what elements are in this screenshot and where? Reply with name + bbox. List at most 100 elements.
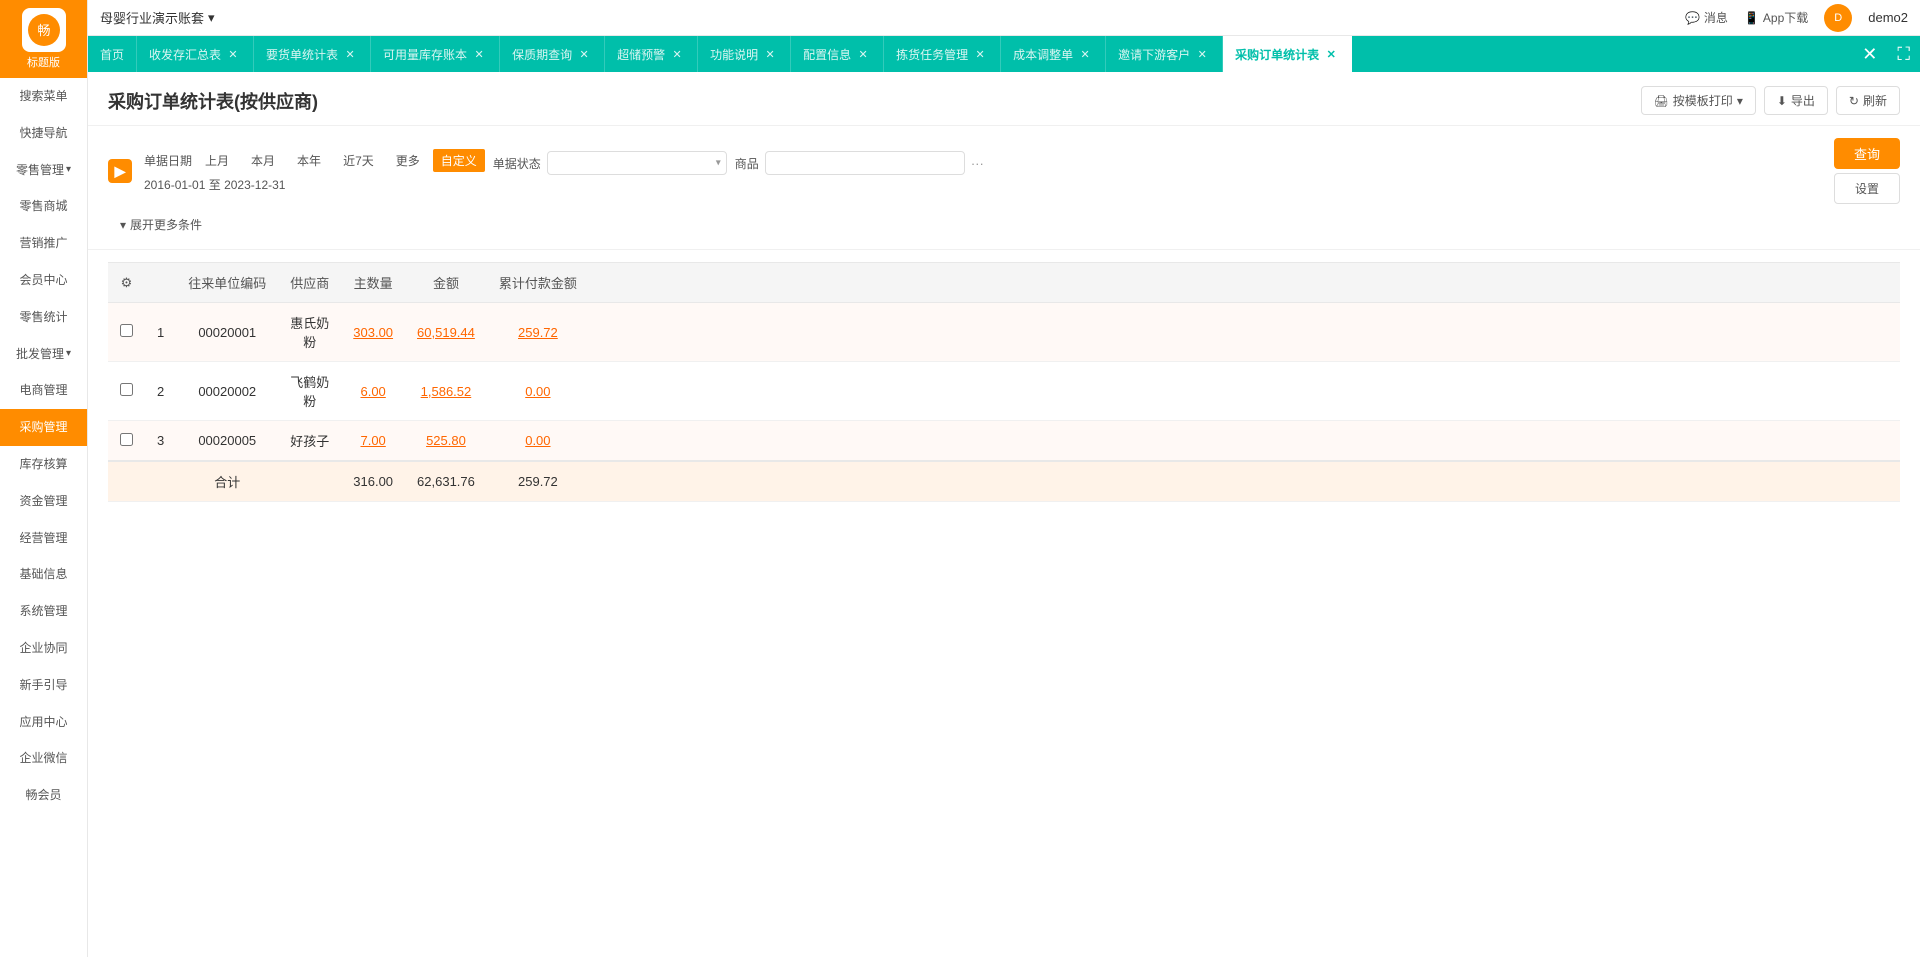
status-select[interactable]: [547, 151, 727, 175]
print-icon: 🖨: [1654, 94, 1669, 108]
tab-close-config[interactable]: ✕: [855, 46, 871, 62]
tab-expiry[interactable]: 保质期查询✕: [500, 36, 605, 72]
sidebar-item-basic[interactable]: 基础信息: [0, 556, 87, 593]
tab-cost[interactable]: 成本调整单✕: [1001, 36, 1106, 72]
tab-label-purchase_stat: 采购订单统计表: [1235, 46, 1319, 63]
topbar-title-dropdown[interactable]: 母婴行业演示账套 ▾: [100, 8, 215, 27]
table-row: 3 00020005 好孩子 7.00 525.80 0.00: [108, 421, 1900, 462]
tab-close-receive[interactable]: ✕: [225, 46, 241, 62]
td-paid-1: 0.00: [487, 362, 589, 421]
message-btn[interactable]: 💬 消息: [1685, 9, 1728, 26]
td-code-1: 00020002: [176, 362, 278, 421]
tab-close-overstock[interactable]: ✕: [669, 46, 685, 62]
tab-close-purchase_stat[interactable]: ✕: [1323, 46, 1339, 62]
goods-input[interactable]: [765, 151, 965, 175]
sidebar-item-newbie[interactable]: 新手引导: [0, 667, 87, 704]
filter-toggle-btn[interactable]: ▶: [108, 159, 132, 183]
sidebar-item-label-search: 搜索菜单: [19, 88, 67, 105]
qty-link-0[interactable]: 303.00: [353, 325, 393, 340]
sidebar-item-marketing[interactable]: 营销推广: [0, 225, 87, 262]
sidebar-item-inventory[interactable]: 库存核算: [0, 446, 87, 483]
tab-close-available[interactable]: ✕: [471, 46, 487, 62]
sidebar-item-shop[interactable]: 零售商城: [0, 188, 87, 225]
expand-more-btn[interactable]: ▾ 展开更多条件: [108, 212, 1900, 237]
sidebar-arrow-icon-retail: ▾: [66, 163, 71, 177]
sidebar-label-wrapper-wholesale: 批发管理▾: [16, 346, 71, 363]
sidebar-item-vip[interactable]: 畅会员: [0, 777, 87, 814]
amount-link-1[interactable]: 1,586.52: [421, 384, 472, 399]
tab-invite[interactable]: 邀请下游客户✕: [1106, 36, 1223, 72]
export-icon: ⬇: [1777, 94, 1787, 108]
settings-button[interactable]: 设置: [1834, 173, 1900, 204]
sidebar-item-collab[interactable]: 企业协同: [0, 630, 87, 667]
row-checkbox-0[interactable]: [120, 324, 133, 337]
filter-main: 单据日期 上月 本月 本年 近7天 更多 自定义: [144, 149, 984, 193]
amount-link-2[interactable]: 525.80: [426, 433, 466, 448]
print-button[interactable]: 🖨 按模板打印 ▾: [1641, 86, 1756, 115]
sidebar-item-finance[interactable]: 资金管理: [0, 483, 87, 520]
tab-available[interactable]: 可用量库存账本✕: [371, 36, 500, 72]
sidebar-item-wholesale[interactable]: 批发管理▾: [0, 336, 87, 373]
app-download-btn[interactable]: 📱 App下载: [1744, 9, 1808, 26]
tabbar-expand-btn[interactable]: ⛶: [1887, 36, 1920, 72]
qty-link-2[interactable]: 7.00: [360, 433, 385, 448]
tab-config[interactable]: 配置信息✕: [791, 36, 884, 72]
qty-link-1[interactable]: 6.00: [360, 384, 385, 399]
sidebar-item-appcenter[interactable]: 应用中心: [0, 704, 87, 741]
tab-receive[interactable]: 收发存汇总表✕: [137, 36, 254, 72]
refresh-button[interactable]: ↻ 刷新: [1836, 86, 1900, 115]
tab-purchase_stat[interactable]: 采购订单统计表✕: [1223, 36, 1352, 72]
paid-link-1[interactable]: 0.00: [525, 384, 550, 399]
sidebar-item-retail_stat[interactable]: 零售统计: [0, 299, 87, 336]
sidebar-item-quicknav[interactable]: 快捷导航: [0, 115, 87, 152]
tab-home[interactable]: 首页: [88, 36, 137, 72]
shortcut-this-month[interactable]: 本月: [242, 149, 284, 172]
settings-col-icon[interactable]: ⚙: [121, 275, 133, 290]
td-code-0: 00020001: [176, 303, 278, 362]
sidebar-item-wechat[interactable]: 企业微信: [0, 740, 87, 777]
goods-more-icon[interactable]: ···: [971, 156, 984, 171]
sidebar-item-label-inventory: 库存核算: [19, 456, 67, 473]
tab-close-picking[interactable]: ✕: [972, 46, 988, 62]
row-checkbox-1[interactable]: [120, 383, 133, 396]
avatar[interactable]: D: [1824, 4, 1852, 32]
tab-close-invite[interactable]: ✕: [1194, 46, 1210, 62]
filter-goods-field: 商品 ···: [735, 151, 984, 175]
shortcut-more[interactable]: 更多: [387, 149, 429, 172]
date-from: 2016-01-01: [144, 178, 205, 192]
th-extra: [589, 263, 1900, 303]
shortcut-custom[interactable]: 自定义: [433, 149, 485, 172]
export-button[interactable]: ⬇ 导出: [1764, 86, 1828, 115]
td-code-2: 00020005: [176, 421, 278, 462]
tab-requisition[interactable]: 要货单统计表✕: [254, 36, 371, 72]
table-footer-row: 合计 316.00 62,631.76 259.72: [108, 461, 1900, 502]
query-button[interactable]: 查询: [1834, 138, 1900, 169]
tab-close-cost[interactable]: ✕: [1077, 46, 1093, 62]
tab-funcguide[interactable]: 功能说明✕: [698, 36, 791, 72]
paid-link-2[interactable]: 0.00: [525, 433, 550, 448]
sidebar-item-ops[interactable]: 经营管理: [0, 520, 87, 557]
username[interactable]: demo2: [1868, 10, 1908, 25]
tab-close-expiry[interactable]: ✕: [576, 46, 592, 62]
tab-overstock[interactable]: 超储预警✕: [605, 36, 698, 72]
paid-link-0[interactable]: 259.72: [518, 325, 558, 340]
sidebar-item-member[interactable]: 会员中心: [0, 262, 87, 299]
amount-link-0[interactable]: 60,519.44: [417, 325, 475, 340]
expand-icon: ▾: [120, 218, 126, 232]
tabbar-close-btn[interactable]: ✕: [1852, 36, 1887, 72]
sidebar-item-search[interactable]: 搜索菜单: [0, 78, 87, 115]
sidebar-item-ecommerce[interactable]: 电商管理: [0, 372, 87, 409]
row-checkbox-2[interactable]: [120, 433, 133, 446]
app-label: App下载: [1763, 9, 1808, 26]
shortcut-7days[interactable]: 近7天: [334, 149, 383, 172]
tab-close-requisition[interactable]: ✕: [342, 46, 358, 62]
sidebar-item-retail[interactable]: 零售管理▾: [0, 152, 87, 189]
tab-picking[interactable]: 拣货任务管理✕: [884, 36, 1001, 72]
shortcut-last-month[interactable]: 上月: [196, 149, 238, 172]
tab-close-funcguide[interactable]: ✕: [762, 46, 778, 62]
shortcut-this-year[interactable]: 本年: [288, 149, 330, 172]
topbar-right: 💬 消息 📱 App下载 D demo2: [1685, 4, 1908, 32]
sidebar-item-purchase[interactable]: 采购管理: [0, 409, 87, 446]
sidebar-item-system[interactable]: 系统管理: [0, 593, 87, 630]
sidebar-arrow-icon-wholesale: ▾: [66, 347, 71, 361]
